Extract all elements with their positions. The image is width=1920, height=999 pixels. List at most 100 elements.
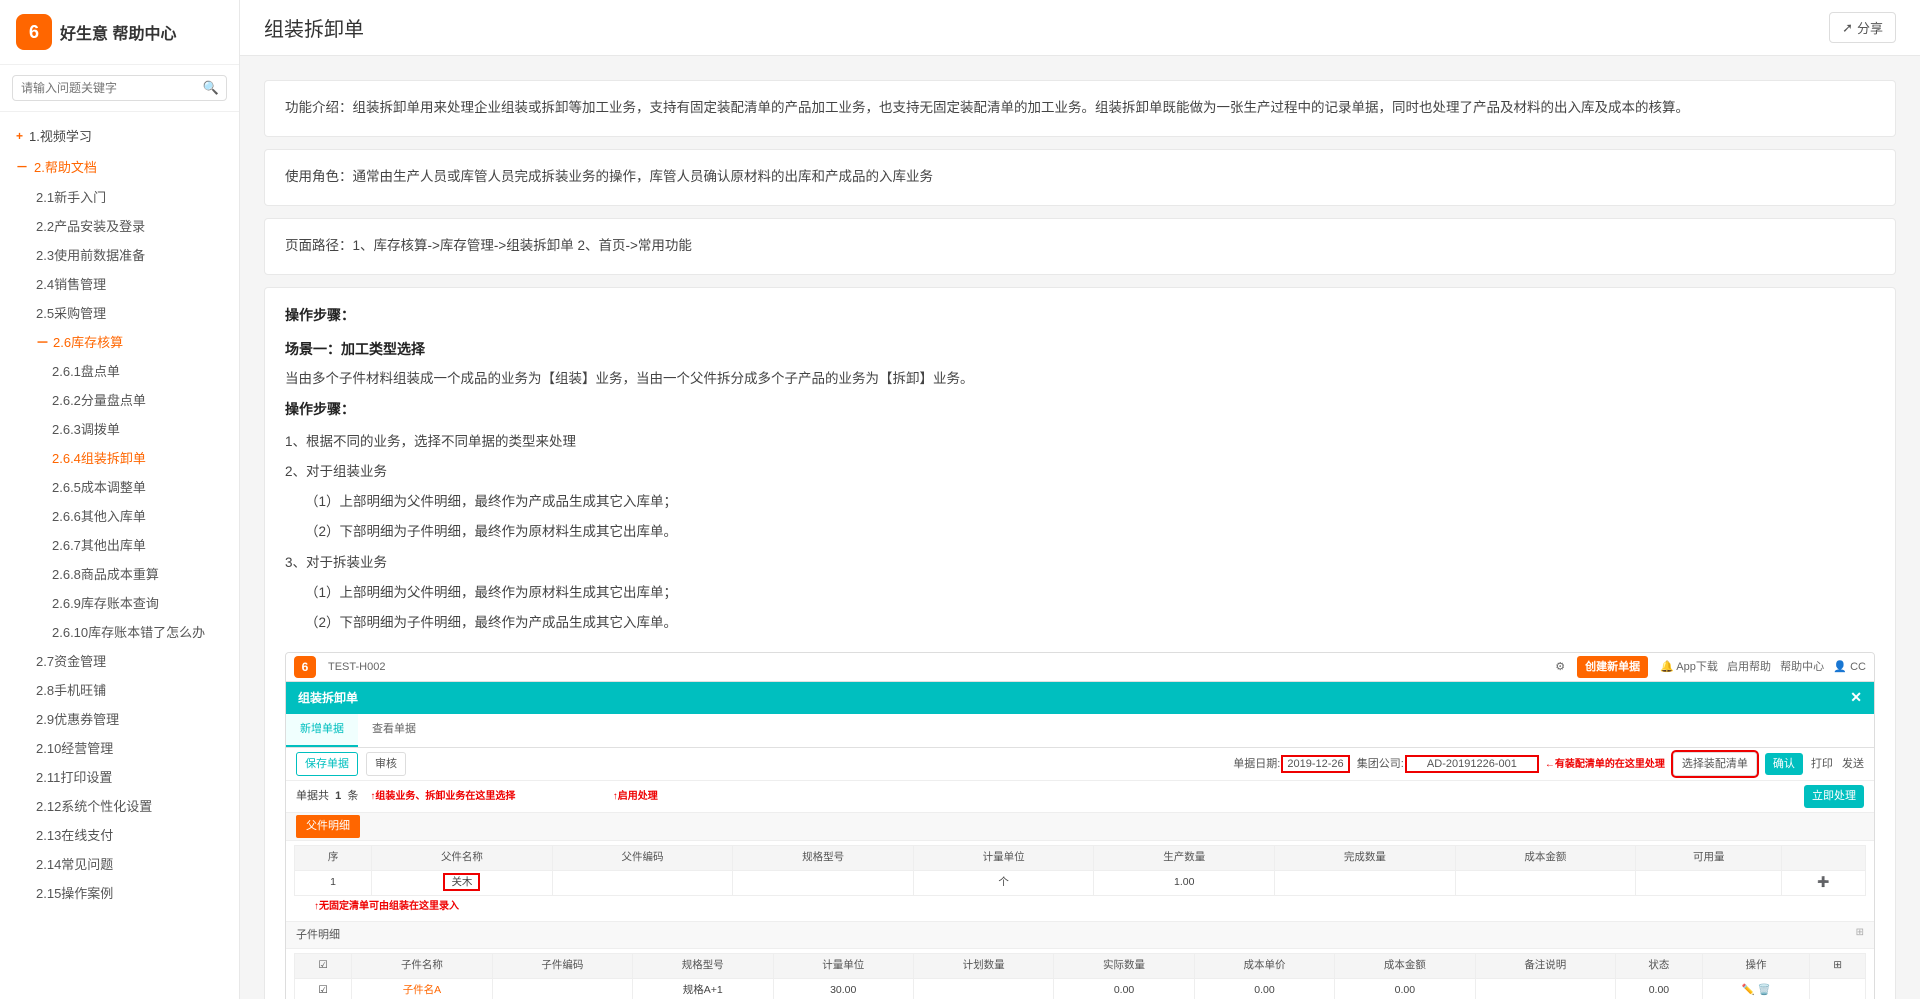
ss-lower-th-status: 状态 (1616, 954, 1703, 979)
sidebar-item-docs-2-12[interactable]: 2.12系统个性化设置 (0, 791, 239, 820)
ss-child-section: 子件明细 ⊞ (286, 921, 1874, 950)
annotation-red5: ↑无固定清单可由组装在这里录入 (294, 896, 1866, 917)
page-title: 组装拆卸单 (264, 13, 364, 42)
ss-lower-costunit-1: 0.00 (1194, 979, 1334, 999)
ss-child-label: 子件明细 (296, 924, 340, 947)
ss-td-done-qty (1275, 870, 1456, 895)
ss-lower-table: ☑ 子件名称 子件编码 规格型号 计量单位 计划数量 实际数量 成本单价 成本金… (294, 953, 1866, 999)
ss-upper-table: 序 父件名称 父件编码 规格型号 计量单位 生产数量 完成数量 成本金额 可用量 (294, 845, 1866, 896)
sidebar-item-video[interactable]: + 1.视频学习 (0, 120, 239, 151)
ss-tab-new[interactable]: 新增单据 (286, 714, 358, 747)
ss-th-prod-qty: 生产数量 (1094, 845, 1275, 870)
ops-steps-title: 操作步骤： (285, 398, 1875, 422)
ss-lower-expand-1 (1810, 979, 1866, 999)
sidebar-item-docs-2-3[interactable]: 2.3使用前数据准备 (0, 240, 239, 269)
sidebar-item-docs-2-9[interactable]: 2.9优惠券管理 (0, 704, 239, 733)
intro-text: 功能介绍：组装拆卸单用来处理企业组装或拆卸等加工业务，支持有固定装配清单的产品加… (285, 97, 1875, 120)
ss-lower-status-1: 0.00 (1616, 979, 1703, 999)
scenario1-title: 场景一：加工类型选择 (285, 338, 1875, 362)
ss-icons: 🔔 App下载 启用帮助 帮助中心 👤 CC (1660, 658, 1866, 677)
ss-th-unit: 计量单位 (913, 845, 1094, 870)
role-card: 使用角色：通常由生产人员或库管人员完成拆装业务的操作，库管人员确认原材料的出库和… (264, 149, 1896, 206)
ss-tabs: 新增单据 查看单据 (286, 714, 1874, 748)
ss-lower-header-row: ☑ 子件名称 子件编码 规格型号 计量单位 计划数量 实际数量 成本单价 成本金… (295, 954, 1866, 979)
sidebar-item-docs-2-10[interactable]: 2.10经营管理 (0, 733, 239, 762)
ss-company-value: AD-20191226-001 (1407, 757, 1537, 771)
share-button[interactable]: ➚ 分享 (1829, 12, 1896, 43)
ss-lower-name-1: 子件名A (352, 979, 492, 999)
ss-td-avail (1636, 870, 1782, 895)
nav-tree: + 1.视频学习 － 2.帮助文档 2.1新手入门 2.2产品安装及登录 2.3… (0, 112, 239, 999)
sidebar-item-docs-2-15[interactable]: 2.15操作案例 (0, 878, 239, 907)
sidebar-item-2-6-8[interactable]: 2.6.8商品成本重算 (0, 559, 239, 588)
search-icon: 🔍 (203, 80, 219, 96)
nav-children-2-6: 2.6.1盘点单 2.6.2分量盘点单 2.6.3调拨单 2.6.4组装拆卸单 … (0, 356, 239, 646)
sidebar-item-2-6-9[interactable]: 2.6.9库存账本查询 (0, 588, 239, 617)
sidebar-item-2-6-6[interactable]: 2.6.6其他入库单 (0, 501, 239, 530)
ss-settings: ⚙ (1555, 658, 1565, 677)
plus-icon: + (16, 129, 23, 143)
step2-1: （1）上部明细为父件明细，最终作为产成品生成其它入库单； (285, 490, 1875, 514)
annotation-red3: ↑组装业务、拆卸业务在这里选择 (370, 788, 515, 805)
sidebar-item-docs-2-13[interactable]: 2.13在线支付 (0, 820, 239, 849)
ss-lower-th-ops: 操作 (1702, 954, 1809, 979)
sidebar-item-2-6-2[interactable]: 2.6.2分量盘点单 (0, 385, 239, 414)
search-box[interactable]: 🔍 (0, 65, 239, 112)
ss-lower-th-remark: 备注说明 (1475, 954, 1615, 979)
ss-lower-spec-1: 规格A+1 (633, 979, 773, 999)
sidebar-item-docs-2-14[interactable]: 2.14常见问题 (0, 849, 239, 878)
sidebar-item-docs[interactable]: － 2.帮助文档 (0, 151, 239, 182)
share-icon: ➚ (1842, 20, 1853, 36)
ss-lower-th-chk: ☑ (295, 954, 352, 979)
ss-parent-name-value: 关木 (445, 875, 478, 889)
ss-edit-icon: ✏️ (1742, 984, 1755, 996)
ss-td-action[interactable]: ➕ (1782, 870, 1866, 895)
minus-icon-2-6: － (36, 332, 49, 351)
ss-th-parent-code: 父件编码 (552, 845, 733, 870)
sidebar-item-docs-2-5[interactable]: 2.5采购管理 (0, 298, 239, 327)
sidebar-item-2-6-1[interactable]: 2.6.1盘点单 (0, 356, 239, 385)
ss-lower-th-plan: 计划数量 (913, 954, 1053, 979)
ss-form-title: 组装拆卸单 (298, 688, 358, 708)
step3: 3、对于拆装业务 (285, 551, 1875, 575)
path-card: 页面路径：1、库存核算->库存管理->组装拆卸单 2、首页->常用功能 (264, 218, 1896, 275)
sidebar-item-2-6-5[interactable]: 2.6.5成本调整单 (0, 472, 239, 501)
screenshot: 6 TEST-H002 ⚙ 创建新单据 🔔 App下载 启用帮助 帮助中心 👤 … (286, 653, 1874, 999)
ss-system-nav: 6 TEST-H002 ⚙ 创建新单据 🔔 App下载 启用帮助 帮助中心 👤 … (286, 653, 1874, 683)
ss-header-bar: 组装拆卸单 ✕ (286, 682, 1874, 714)
minus-icon: － (16, 158, 28, 175)
sidebar-item-2-6-4[interactable]: 2.6.4组装拆卸单 (0, 443, 239, 472)
sidebar-item-docs-2-11[interactable]: 2.11打印设置 (0, 762, 239, 791)
ss-select-bom-btn: 选择装配清单 (1673, 752, 1757, 777)
ss-topbar-id: TEST-H002 (328, 658, 385, 677)
sidebar-item-docs-2-1[interactable]: 2.1新手入门 (0, 182, 239, 211)
sidebar: 6 好生意 帮助中心 🔍 + 1.视频学习 － 2.帮助文档 2.1新手入门 2… (0, 0, 240, 999)
ss-td-unit: 个 (913, 870, 1094, 895)
ss-lower-ops-1[interactable]: ✏️ 🗑️ (1702, 979, 1809, 999)
sidebar-item-2-6-7[interactable]: 2.6.7其他出库单 (0, 530, 239, 559)
search-input[interactable] (12, 75, 227, 101)
sidebar-item-docs-2-2[interactable]: 2.2产品安装及登录 (0, 211, 239, 240)
sidebar-item-docs-2-8[interactable]: 2.8手机旺铺 (0, 675, 239, 704)
ss-delete-icon: 🗑️ (1758, 984, 1771, 996)
ss-tab-view[interactable]: 查看单据 (358, 714, 430, 747)
ss-lower-code-1 (492, 979, 632, 999)
ss-lower-unit-1: 30.00 (773, 979, 913, 999)
sidebar-item-docs-2-4[interactable]: 2.4销售管理 (0, 269, 239, 298)
ss-date-field: 单据日期: 2019-12-26 集团公司: AD-20191226-001 (1233, 755, 1537, 774)
sidebar-item-2-6-3[interactable]: 2.6.3调拨单 (0, 414, 239, 443)
ss-lower-th-expand: ⊞ (1810, 954, 1866, 979)
logo-text: 好生意 帮助中心 (60, 20, 176, 44)
ss-section-orange: 父件明细 (296, 815, 360, 838)
logo-icon: 6 (16, 14, 52, 50)
sidebar-item-docs-2-6[interactable]: － 2.6库存核算 (0, 327, 239, 356)
ss-lower-table-wrap: ☑ 子件名称 子件编码 规格型号 计量单位 计划数量 实际数量 成本单价 成本金… (286, 949, 1874, 999)
ss-td-prod-qty: 1.00 (1094, 870, 1275, 895)
sidebar-item-2-6-10[interactable]: 2.6.10库存账本错了怎么办 (0, 617, 239, 646)
sidebar-item-docs-2-7[interactable]: 2.7资金管理 (0, 646, 239, 675)
logo-area: 6 好生意 帮助中心 (0, 0, 239, 65)
ss-confirm-btn: 确认 (1765, 753, 1803, 776)
ss-td-code (552, 870, 733, 895)
ss-lower-th-unit: 计量单位 (773, 954, 913, 979)
ss-form-toolbar: 保存单据 审核 单据日期: 2019-12-26 集团公司: AD-201912… (286, 748, 1874, 782)
